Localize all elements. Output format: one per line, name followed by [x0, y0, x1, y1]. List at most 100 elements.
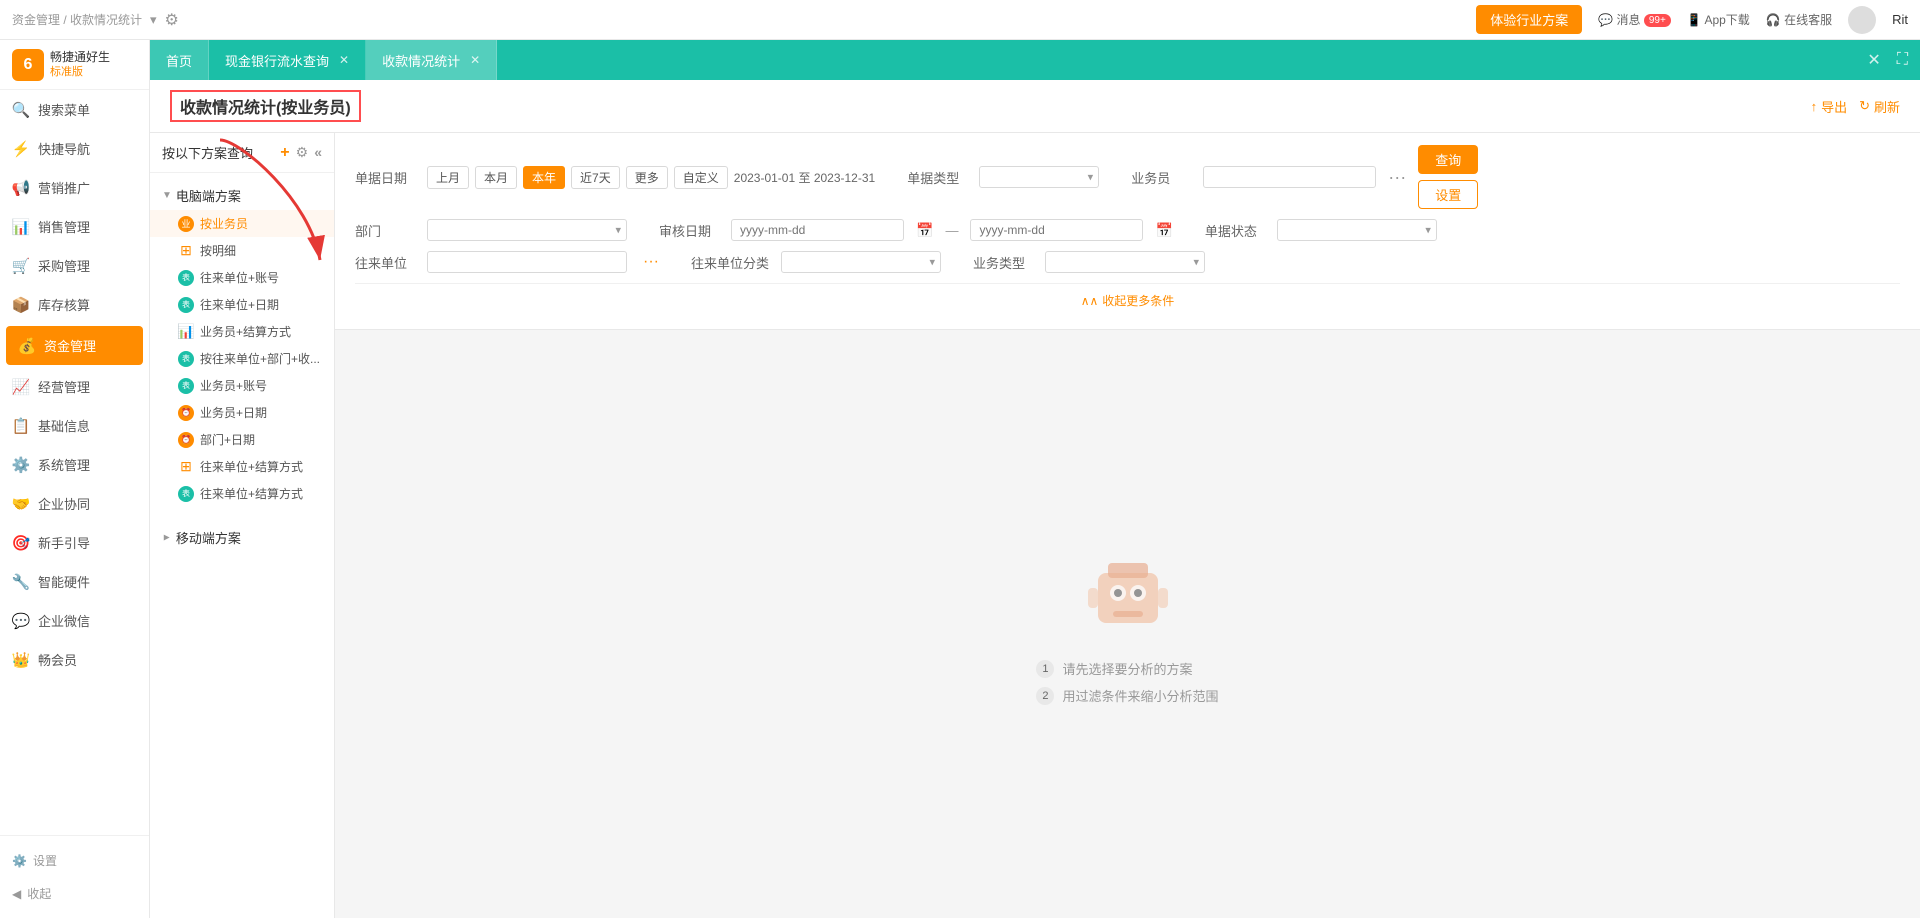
page-title: 收款情况统计(按业务员) [170, 90, 361, 122]
date-last-7[interactable]: 近7天 [571, 166, 620, 189]
dept-select[interactable] [427, 219, 627, 241]
partner-category-label: 往来单位分类 [691, 253, 769, 272]
tab-maximize-btn[interactable]: ⛶ [1893, 51, 1912, 69]
panel-settings-icon[interactable]: ⚙ [296, 144, 309, 162]
app-download-link[interactable]: 📱 App下载 [1687, 11, 1750, 28]
tree-item-partner-date[interactable]: 表 往来单位+日期 [150, 291, 334, 318]
sidebar-collapse-btn[interactable]: ◀ 收起 [0, 877, 149, 910]
date-this-year[interactable]: 本年 [523, 166, 565, 189]
sidebar-item-hardware[interactable]: 🔧 智能硬件 [0, 562, 149, 601]
clock-icon-1: ⏰ [178, 405, 194, 421]
clock-icon-2: ⏰ [178, 432, 194, 448]
date-last-month[interactable]: 上月 [427, 166, 469, 189]
panel-header-actions: + ⚙ « [280, 144, 322, 162]
avatar [1848, 6, 1876, 34]
tree-item-partner-settlement1[interactable]: ⊞ 往来单位+结算方式 [150, 453, 334, 480]
sidebar-item-search-menu[interactable]: 🔍 搜索菜单 [0, 90, 149, 129]
filter-row-1: 单据日期 上月 本月 本年 近7天 更多 自定义 2023-01-01 至 20… [355, 145, 1900, 209]
sidebar-item-system[interactable]: ⚙️ 系统管理 [0, 445, 149, 484]
tab-home[interactable]: 首页 [150, 40, 209, 80]
panel-collapse-icon[interactable]: « [314, 144, 322, 162]
sidebar-item-sales[interactable]: 📊 销售管理 [0, 207, 149, 246]
partner-more-btn[interactable]: ··· [643, 253, 659, 271]
tab-close-bank[interactable]: ✕ [339, 53, 349, 67]
tree-item-by-detail[interactable]: ⊞ 按明细 [150, 237, 334, 264]
chart-bar-icon: 📊 [178, 324, 194, 340]
tree-desktop-header[interactable]: ▼ 电脑端方案 [150, 181, 334, 210]
salesperson-input[interactable] [1203, 166, 1376, 188]
sidebar-bottom: ⚙️ 设置 ◀ 收起 [0, 835, 149, 918]
header-icons: 💬 消息 99+ 📱 App下载 🎧 在线客服 Rit [1598, 6, 1908, 34]
doc-status-select[interactable] [1277, 219, 1437, 241]
content-area: 首页 现金银行流水查询 ✕ 收款情况统计 ✕ ✕ ⛶ 收款情况统计(按业务员) … [150, 40, 1920, 918]
tab-bar: 首页 现金银行流水查询 ✕ 收款情况统计 ✕ ✕ ⛶ [150, 40, 1920, 80]
sidebar-item-basic[interactable]: 📋 基础信息 [0, 406, 149, 445]
sidebar-item-warehouse[interactable]: 📦 库存核算 [0, 285, 149, 324]
cart-icon: 🛒 [12, 257, 30, 275]
sidebar-item-marketing[interactable]: 📢 营销推广 [0, 168, 149, 207]
trial-button[interactable]: 体验行业方案 [1476, 5, 1582, 34]
biz-type-select[interactable] [1045, 251, 1205, 273]
sidebar-item-operations[interactable]: 📈 经营管理 [0, 367, 149, 406]
message-label: 消息 [1617, 13, 1641, 27]
calendar-icon-2[interactable]: 📅 [1155, 222, 1172, 239]
partner-input[interactable] [427, 251, 627, 273]
tree-item-partner-dept[interactable]: 表 按往来单位+部门+收... [150, 345, 334, 372]
tree-item-partner-account[interactable]: 表 往来单位+账号 [150, 264, 334, 291]
grid-icon-1: ⊞ [178, 459, 194, 475]
review-date-from[interactable] [731, 219, 904, 241]
tab-bank[interactable]: 现金银行流水查询 ✕ [209, 40, 366, 80]
panel-add-btn[interactable]: + [280, 144, 289, 162]
tree-item-dept-date[interactable]: ⏰ 部门+日期 [150, 426, 334, 453]
tree-mobile-header[interactable]: ▼ 移动端方案 [150, 523, 334, 552]
online-service-link[interactable]: 🎧 在线客服 [1766, 11, 1832, 28]
message-badge: 99+ [1644, 14, 1671, 27]
tree-item-salesperson-account[interactable]: 表 业务员+账号 [150, 372, 334, 399]
date-custom[interactable]: 自定义 [674, 166, 728, 189]
salesperson-more-icon[interactable]: ··· [1388, 167, 1406, 188]
query-button[interactable]: 查询 [1418, 145, 1478, 174]
message-icon[interactable]: 💬 消息 99+ [1598, 11, 1671, 28]
date-this-month[interactable]: 本月 [475, 166, 517, 189]
sidebar-item-quick-nav[interactable]: ⚡ 快捷导航 [0, 129, 149, 168]
right-panel: 单据日期 上月 本月 本年 近7天 更多 自定义 2023-01-01 至 20… [335, 133, 1920, 918]
sidebar-item-finance[interactable]: 💰 资金管理 [6, 326, 143, 365]
salesperson-icon: 业 [178, 216, 194, 232]
main-content: 按以下方案查询 + ⚙ « ▼ 电脑端方案 业 按业务员 [150, 133, 1920, 918]
empty-state: 1 请先选择要分析的方案 2 用过滤条件来缩小分析范围 [335, 330, 1920, 918]
settings-button[interactable]: 设置 [1418, 180, 1478, 209]
sidebar-item-purchase[interactable]: 🛒 采购管理 [0, 246, 149, 285]
refresh-button[interactable]: ↻ 刷新 [1859, 97, 1900, 116]
sidebar-item-wechat[interactable]: 💬 企业微信 [0, 601, 149, 640]
dept-select-wrapper [427, 219, 627, 241]
date-label: 单据日期 [355, 168, 415, 187]
sidebar-item-enterprise[interactable]: 🤝 企业协同 [0, 484, 149, 523]
tree-item-partner-settlement2[interactable]: 表 往来单位+结算方式 [150, 480, 334, 507]
sidebar-item-member[interactable]: 👑 畅会员 [0, 640, 149, 679]
calendar-icon-1[interactable]: 📅 [916, 222, 933, 239]
clipboard-icon: 📋 [12, 417, 30, 435]
sidebar-item-guide[interactable]: 🎯 新手引导 [0, 523, 149, 562]
hint-2: 2 用过滤条件来缩小分析范围 [1036, 686, 1218, 705]
tab-close-collection[interactable]: ✕ [470, 53, 480, 67]
review-date-to[interactable] [970, 219, 1143, 241]
date-more[interactable]: 更多 [626, 166, 668, 189]
partner-cat-select[interactable] [781, 251, 941, 273]
review-date-label: 审核日期 [659, 221, 719, 240]
tree-item-by-salesperson[interactable]: 业 按业务员 [150, 210, 334, 237]
panel-header: 按以下方案查询 + ⚙ « [150, 133, 334, 173]
collapse-bar[interactable]: ∧∧ 收起更多条件 [355, 283, 1900, 317]
table-icon-2: 表 [178, 297, 194, 313]
tree-item-salesperson-settlement[interactable]: 📊 业务员+结算方式 [150, 318, 334, 345]
settings-gear-icon[interactable]: ⚙ [165, 10, 179, 30]
doc-type-select[interactable] [979, 166, 1099, 188]
sidebar-logo: 6 畅捷通好生 标准版 [0, 40, 149, 90]
breadcrumb: 资金管理 / 收款情况统计 [12, 11, 142, 28]
sidebar-settings-btn[interactable]: ⚙️ 设置 [0, 844, 149, 877]
tab-close-all-btn[interactable]: ✕ [1863, 50, 1884, 70]
export-button[interactable]: ↑ 导出 [1811, 97, 1848, 116]
dropdown-icon[interactable]: ▾ [150, 12, 157, 28]
tab-collection[interactable]: 收款情况统计 ✕ [366, 40, 497, 80]
tree-desktop-section: ▼ 电脑端方案 业 按业务员 ⊞ 按明细 表 往来单位+账号 [150, 173, 334, 515]
tree-item-salesperson-date[interactable]: ⏰ 业务员+日期 [150, 399, 334, 426]
